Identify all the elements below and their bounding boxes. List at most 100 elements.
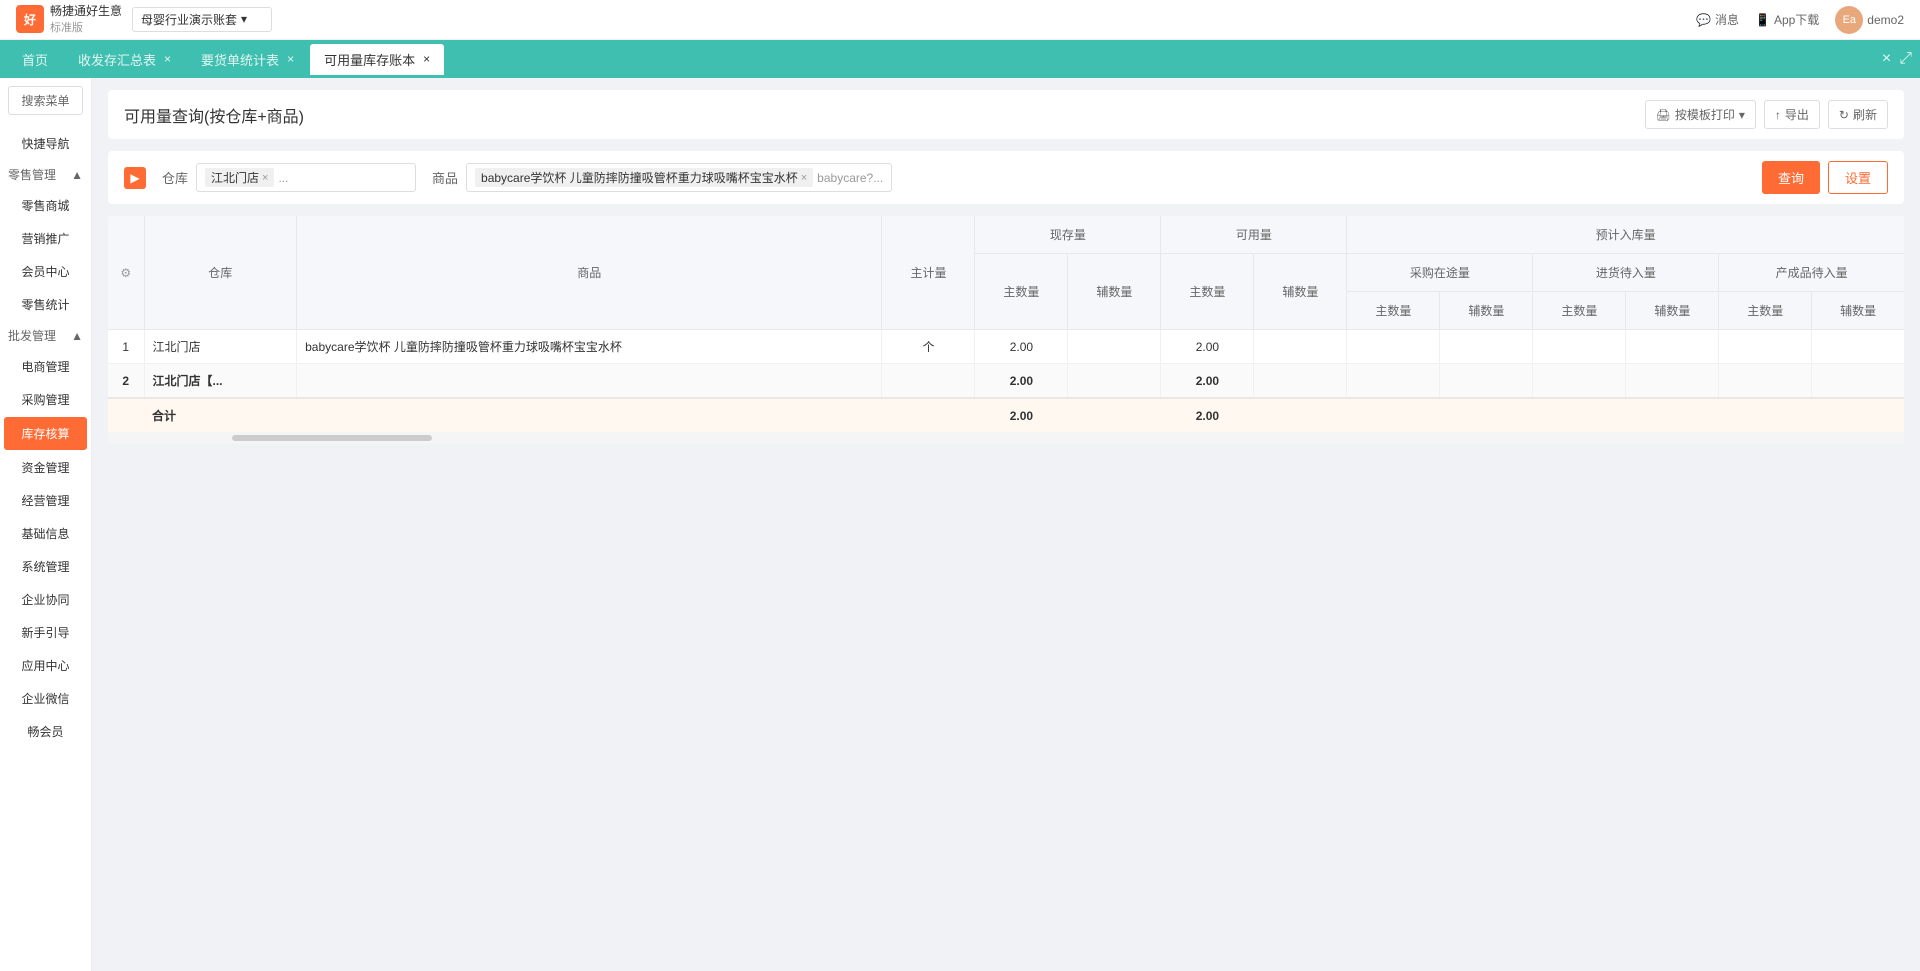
query-btn[interactable]: 查询: [1762, 161, 1820, 194]
system-label: 系统管理: [21, 558, 69, 575]
chevron-icon: ▲: [71, 168, 83, 182]
tab-available[interactable]: 可用量库存账本 ×: [310, 44, 444, 75]
sidebar-item-appcenter[interactable]: 应用中心: [0, 649, 91, 682]
filter-expand-btn[interactable]: ▶: [124, 167, 146, 189]
tab-order-close[interactable]: ×: [287, 52, 294, 66]
row-avail-main: 2.00: [1161, 330, 1254, 364]
scroll-thumb[interactable]: [232, 435, 432, 441]
table-row: 2 江北门店【... 2.00 2.00: [108, 364, 1904, 399]
sidebar-item-wholesale[interactable]: 批发管理 ▲: [0, 321, 91, 350]
tab-bar-right: × ⤢: [1882, 50, 1912, 68]
table-settings-icon[interactable]: ⚙: [120, 266, 131, 280]
print-btn[interactable]: 🖨 按模板打印 ▾: [1645, 100, 1756, 129]
print-icon: 🖨: [1656, 108, 1671, 122]
goods-filter-group: 商品 babycare学饮杯 儿童防摔防撞吸管杯重力球吸嘴杯宝宝水杯 × bab…: [432, 163, 892, 192]
avatar: Ea: [1835, 6, 1863, 34]
industry-select[interactable]: 母婴行业演示账套 ▾: [132, 7, 272, 32]
goods-tag-1-remove[interactable]: ×: [801, 172, 807, 184]
sidebar-item-wechat[interactable]: 企业微信: [0, 682, 91, 715]
search-menu-btn[interactable]: 搜索菜单: [8, 86, 83, 115]
table-container: ⚙ 仓库 商品 主计量 现存量 可用量 预计入库量 主数量 辅数量: [108, 216, 1904, 444]
th-inbound-main: 主数量: [1533, 292, 1626, 330]
chevron-down-icon: ▾: [241, 12, 247, 26]
th-planned-inbound: 预计入库量: [1347, 216, 1904, 254]
warehouse-tag-1-remove[interactable]: ×: [262, 172, 268, 184]
wholesale-chevron-icon: ▲: [71, 329, 83, 343]
tab-bar: 首页 收发存汇总表 × 要货单统计表 × 可用量库存账本 × × ⤢: [0, 40, 1920, 78]
row-current-main: 2.00: [975, 364, 1068, 399]
goods-tag-1: babycare学饮杯 儿童防摔防撞吸管杯重力球吸嘴杯宝宝水杯 ×: [475, 168, 813, 187]
th-avail-main: 主数量: [1161, 254, 1254, 330]
sidebar-item-finance[interactable]: 资金管理: [0, 451, 91, 484]
th-product-pending: 产成品待入量: [1719, 254, 1904, 292]
tab-restore-icon[interactable]: ⤢: [1899, 50, 1912, 68]
footer-current-aux: [1068, 398, 1161, 432]
logo-text: 畅捷通好生意: [50, 4, 122, 18]
sidebar-item-quick-nav[interactable]: 快捷导航: [0, 127, 91, 160]
footer-label: 合计: [144, 398, 975, 432]
th-purchase-aux: 辅数量: [1440, 292, 1533, 330]
warehouse-filter-input[interactable]: 江北门店 × ...: [196, 163, 416, 192]
footer-inbound-main: [1533, 398, 1626, 432]
sidebar-item-operations[interactable]: 经营管理: [0, 484, 91, 517]
sidebar-item-system[interactable]: 系统管理: [0, 550, 91, 583]
row-product-aux: [1812, 330, 1904, 364]
user-area[interactable]: Ea demo2: [1835, 6, 1904, 34]
goods-filter-input[interactable]: babycare学饮杯 儿童防摔防撞吸管杯重力球吸嘴杯宝宝水杯 × babyca…: [466, 163, 892, 192]
goods-tag-1-label: babycare学饮杯 儿童防摔防撞吸管杯重力球吸嘴杯宝宝水杯: [481, 169, 798, 186]
setting-btn[interactable]: 设置: [1828, 161, 1888, 194]
row-inbound-aux: [1626, 364, 1719, 399]
row-product-main: [1719, 330, 1812, 364]
message-btn[interactable]: 💬 消息: [1696, 11, 1739, 28]
sidebar-item-inventory[interactable]: 库存核算: [4, 417, 87, 450]
table-body: 1 江北门店 babycare学饮杯 儿童防摔防撞吸管杯重力球吸嘴杯宝宝水杯 个…: [108, 330, 1904, 399]
content-area: 可用量查询(按仓库+商品) 🖨 按模板打印 ▾ ↑ 导出 ↻ 刷新: [92, 78, 1920, 971]
sidebar-item-zero-mall[interactable]: 零售商城: [0, 189, 91, 222]
sidebar-item-member[interactable]: 会员中心: [0, 255, 91, 288]
th-purchase-transit: 采购在途量: [1347, 254, 1533, 292]
export-btn[interactable]: ↑ 导出: [1764, 100, 1820, 129]
refresh-btn[interactable]: ↻ 刷新: [1828, 100, 1888, 129]
row-current-aux: [1068, 330, 1161, 364]
sidebar-item-purchase[interactable]: 采购管理: [0, 383, 91, 416]
operations-label: 经营管理: [21, 492, 69, 509]
th-current-aux: 辅数量: [1068, 254, 1161, 330]
row-warehouse: 江北门店【...: [144, 364, 297, 399]
refresh-label: 刷新: [1853, 106, 1877, 123]
sidebar-item-ecommerce[interactable]: 电商管理: [0, 350, 91, 383]
warehouse-tag-1: 江北门店 ×: [205, 168, 274, 187]
warehouse-dots: ...: [278, 171, 288, 185]
sidebar-item-newguide[interactable]: 新手引导: [0, 616, 91, 649]
sidebar-item-member2[interactable]: 畅会员: [0, 715, 91, 748]
sidebar-item-zero-stats[interactable]: 零售统计: [0, 288, 91, 321]
tab-receive-close[interactable]: ×: [164, 52, 171, 66]
tab-close-all-icon[interactable]: ×: [1882, 50, 1891, 68]
inventory-label: 库存核算: [21, 425, 69, 442]
row-unit: [882, 364, 975, 399]
tab-home[interactable]: 首页: [8, 44, 62, 75]
sidebar-item-basic[interactable]: 基础信息: [0, 517, 91, 550]
page-actions: 🖨 按模板打印 ▾ ↑ 导出 ↻ 刷新: [1645, 100, 1888, 129]
th-available-qty: 可用量: [1161, 216, 1347, 254]
zero-mall-label: 零售商城: [21, 197, 69, 214]
footer-product-aux: [1812, 398, 1904, 432]
sidebar-item-zero-sales[interactable]: 零售管理 ▲: [0, 160, 91, 189]
sidebar-item-enterprise[interactable]: 企业协同: [0, 583, 91, 616]
filter-actions: 查询 设置: [1762, 161, 1888, 194]
row-purchase-main: [1347, 330, 1440, 364]
industry-label: 母婴行业演示账套: [141, 11, 237, 28]
page-container: 可用量查询(按仓库+商品) 🖨 按模板打印 ▾ ↑ 导出 ↻ 刷新: [92, 78, 1920, 456]
tab-home-label: 首页: [22, 50, 48, 69]
sidebar-item-marketing[interactable]: 营销推广: [0, 222, 91, 255]
app-download-btn[interactable]: 📱 App下载: [1755, 11, 1819, 28]
goods-filter-label: 商品: [432, 168, 458, 187]
tab-receive[interactable]: 收发存汇总表 ×: [64, 44, 185, 75]
warehouse-tag-1-label: 江北门店: [211, 169, 259, 186]
export-icon: ↑: [1775, 108, 1781, 122]
tab-available-close[interactable]: ×: [423, 52, 430, 66]
tab-order[interactable]: 要货单统计表 ×: [187, 44, 308, 75]
th-product-aux: 辅数量: [1812, 292, 1904, 330]
refresh-icon: ↻: [1839, 108, 1849, 122]
th-inbound-aux: 辅数量: [1626, 292, 1719, 330]
row-product-main: [1719, 364, 1812, 399]
